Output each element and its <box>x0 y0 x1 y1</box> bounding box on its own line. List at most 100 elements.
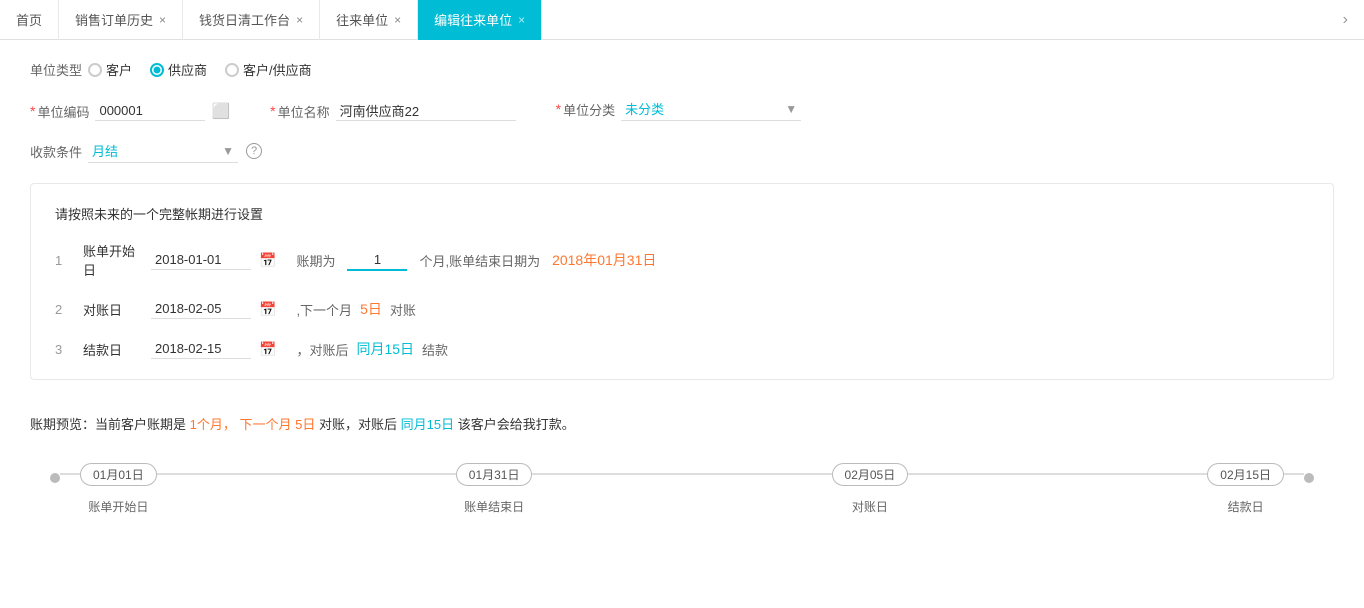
main-content: 单位类型 客户 供应商 客户/供应商 * 单位编码 ⬜ * 单位名称 <box>0 40 1364 608</box>
payment-terms-row: 收款条件 月结 ▼ ? <box>30 139 1334 163</box>
period-row-1: 1 账单开始日 📅 账期为 个月,账单结束日期为 2018年01月31日 <box>55 241 1309 279</box>
unit-code-group: * 单位编码 ⬜ <box>30 101 230 121</box>
period-row-2-num: 2 <box>55 302 75 317</box>
payment-terms-help-icon[interactable]: ? <box>246 143 262 159</box>
tab-sales-order-label: 销售订单历史 <box>75 10 153 29</box>
preview-section: 账期预览：当前客户账期是 1个月， 下一个月 5日 对账，对账后 同月15日 该… <box>30 398 1334 545</box>
period-row-3-cal-icon[interactable]: 📅 <box>259 341 276 358</box>
period-row-3-num: 3 <box>55 342 75 357</box>
unit-name-label: 单位名称 <box>278 102 330 121</box>
tab-sales-order[interactable]: 销售订单历史 × <box>59 0 183 40</box>
tab-home[interactable]: 首页 <box>8 0 59 40</box>
tab-cashflow[interactable]: 钱货日清工作台 × <box>183 0 320 40</box>
unit-type-row: 单位类型 客户 供应商 客户/供应商 <box>30 60 1334 79</box>
timeline-item-2: 02月05日 对账日 <box>832 463 909 515</box>
unit-category-label: 单位分类 <box>563 100 615 119</box>
preview-payment-day: 同月15日 <box>401 417 454 432</box>
timeline-badge-2: 02月05日 <box>832 463 909 486</box>
period-row-1-num: 1 <box>55 253 75 268</box>
period-row-1-label: 账单开始日 <box>83 241 143 279</box>
tab-edit-partner-label: 编辑往来单位 <box>434 10 512 29</box>
period-row-3-day: 同月15日 <box>356 339 414 359</box>
radio-supplier[interactable]: 供应商 <box>150 60 207 79</box>
period-box-title: 请按照未来的一个完整帐期进行设置 <box>55 204 1309 223</box>
unit-category-arrow: ▼ <box>785 102 797 116</box>
unit-category-group: * 单位分类 未分类 ▼ <box>556 97 801 121</box>
fields-row: * 单位编码 ⬜ * 单位名称 * 单位分类 未分类 ▼ <box>30 97 1334 121</box>
timeline-label-0: 账单开始日 <box>88 498 148 515</box>
unit-category-select[interactable]: 未分类 ▼ <box>621 97 801 121</box>
period-box: 请按照未来的一个完整帐期进行设置 1 账单开始日 📅 账期为 个月,账单结束日期… <box>30 183 1334 380</box>
period-row-2-cal-icon[interactable]: 📅 <box>259 301 276 318</box>
unit-code-label: 单位编码 <box>37 102 89 121</box>
radio-customer-label: 客户 <box>106 60 132 79</box>
radio-group: 客户 供应商 客户/供应商 <box>88 60 312 79</box>
radio-both-circle <box>225 63 239 77</box>
radio-supplier-circle <box>150 63 164 77</box>
period-row-3-label: 结款日 <box>83 340 143 359</box>
timeline-badge-0: 01月01日 <box>80 463 157 486</box>
tab-cashflow-label: 钱货日清工作台 <box>199 10 290 29</box>
period-row-2-date[interactable] <box>151 299 251 319</box>
period-row-1-cal-icon[interactable]: 📅 <box>259 252 276 269</box>
period-row-2: 2 对账日 📅 ,下一个月 5日 对账 <box>55 299 1309 319</box>
timeline-label-1: 账单结束日 <box>464 498 524 515</box>
period-row-1-prefix: 账期为 <box>296 251 335 270</box>
tabs-bar: 首页 销售订单历史 × 钱货日清工作台 × 往来单位 × 编辑往来单位 × › <box>0 0 1364 40</box>
period-row-1-date[interactable] <box>151 250 251 270</box>
unit-category-value: 未分类 <box>625 99 781 118</box>
timeline-badge-3: 02月15日 <box>1207 463 1284 486</box>
tab-home-label: 首页 <box>16 10 42 29</box>
period-row-2-suffix: 对账 <box>390 300 416 319</box>
period-row-2-prefix: ,下一个月 <box>296 300 352 319</box>
tab-partner-label: 往来单位 <box>336 10 388 29</box>
preview-reconcile-suffix: 对账，对账后 <box>319 417 397 432</box>
unit-name-star: * <box>270 103 275 119</box>
payment-terms-select[interactable]: 月结 ▼ <box>88 139 238 163</box>
timeline-label-2: 对账日 <box>852 498 888 515</box>
radio-both-label: 客户/供应商 <box>243 60 312 79</box>
period-row-3: 3 结款日 📅 ，对账后 同月15日 结款 <box>55 339 1309 359</box>
tab-partner[interactable]: 往来单位 × <box>320 0 418 40</box>
unit-code-star: * <box>30 103 35 119</box>
preview-months: 1个月， <box>190 417 236 432</box>
timeline-label-3: 结款日 <box>1228 498 1264 515</box>
period-row-1-suffix: 个月,账单结束日期为 <box>419 251 540 270</box>
period-row-3-prefix: ，对账后 <box>296 340 348 359</box>
radio-both[interactable]: 客户/供应商 <box>225 60 312 79</box>
period-row-1-end-date: 2018年01月31日 <box>552 250 656 270</box>
radio-customer-circle <box>88 63 102 77</box>
tab-edit-partner[interactable]: 编辑往来单位 × <box>418 0 542 40</box>
period-row-3-suffix: 结款 <box>422 340 448 359</box>
unit-name-group: * 单位名称 <box>270 101 515 121</box>
tab-partner-close[interactable]: × <box>394 14 401 26</box>
timeline-item-1: 01月31日 账单结束日 <box>456 463 533 515</box>
tab-more-button[interactable]: › <box>1335 11 1356 29</box>
unit-type-label: 单位类型 <box>30 60 82 79</box>
period-row-3-date[interactable] <box>151 339 251 359</box>
unit-category-star: * <box>556 101 561 117</box>
preview-payment-suffix: 该客户会给我打款。 <box>458 417 575 432</box>
preview-reconcile-prefix: 下一个月 <box>240 417 292 432</box>
timeline-items: 01月01日 账单开始日 01月31日 账单结束日 02月05日 对账日 02月… <box>50 463 1314 515</box>
tab-edit-partner-close[interactable]: × <box>518 14 525 26</box>
period-row-2-day: 5日 <box>360 299 382 319</box>
payment-terms-value: 月结 <box>92 141 218 160</box>
payment-terms-label: 收款条件 <box>30 142 82 161</box>
timeline-badge-1: 01月31日 <box>456 463 533 486</box>
payment-terms-arrow: ▼ <box>222 144 234 158</box>
unit-code-copy-icon[interactable]: ⬜ <box>211 102 230 120</box>
radio-customer[interactable]: 客户 <box>88 60 132 79</box>
tab-cashflow-close[interactable]: × <box>296 14 303 26</box>
tab-sales-order-close[interactable]: × <box>159 14 166 26</box>
unit-name-input[interactable] <box>336 101 516 121</box>
timeline-item-0: 01月01日 账单开始日 <box>80 463 157 515</box>
period-row-2-label: 对账日 <box>83 300 143 319</box>
timeline-item-3: 02月15日 结款日 <box>1207 463 1284 515</box>
timeline-container: 01月01日 账单开始日 01月31日 账单结束日 02月05日 对账日 02月… <box>30 453 1334 545</box>
preview-text: 账期预览：当前客户账期是 1个月， 下一个月 5日 对账，对账后 同月15日 该… <box>30 414 1334 433</box>
radio-supplier-label: 供应商 <box>168 60 207 79</box>
preview-reconcile-day: 5日 <box>295 417 315 432</box>
period-months-input[interactable] <box>347 250 407 271</box>
unit-code-input[interactable] <box>95 101 205 121</box>
